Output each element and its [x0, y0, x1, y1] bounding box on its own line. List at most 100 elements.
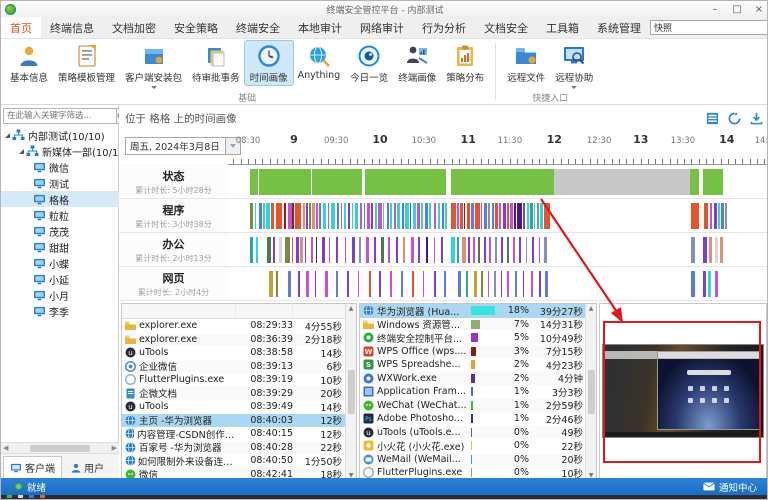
- menu-tab-3[interactable]: 安全策略: [165, 17, 227, 38]
- envelope-icon[interactable]: [703, 482, 715, 491]
- app-row-10[interactable]: 小火花 (小火花.exe)0%22秒: [360, 439, 585, 453]
- timeline-track[interactable]: [228, 169, 768, 195]
- window-row-9[interactable]: 百家号 -华为浏览器08:40:2822秒: [122, 441, 345, 455]
- ribbon-item-package[interactable]: 客户端安装包: [120, 41, 187, 90]
- ribbon-item-template[interactable]: 策略模板管理: [53, 41, 120, 85]
- window-row-4[interactable]: FlutterPlugins.exe08:39:1910秒: [122, 373, 345, 387]
- person-chart-icon: [405, 44, 429, 68]
- window-row-8[interactable]: 内容管理-CSDN创作中心 ...08:40:1512秒: [122, 427, 345, 441]
- window-row-1[interactable]: explorer.exe08:36:392分18秒: [122, 333, 345, 347]
- ribbon-item-clipboard-chart[interactable]: 策略分布: [441, 41, 489, 85]
- tree-node-2[interactable]: 微信: [1, 159, 119, 175]
- folder-icon: [125, 334, 136, 345]
- minimize-button[interactable]: –: [709, 4, 721, 15]
- menu-tab-4[interactable]: 终端安全: [227, 17, 289, 38]
- ribbon-item-documents[interactable]: 待审批事务: [187, 41, 245, 85]
- app-row-11[interactable]: WeMail (WeMail...0%20秒: [360, 453, 585, 467]
- menu-tab-0[interactable]: 首页: [1, 17, 41, 38]
- tree-node-4[interactable]: 格格: [1, 191, 119, 207]
- app-row-1[interactable]: Windows 资源管...7%14分31秒: [360, 318, 585, 332]
- ribbon-item-label: 今日一览: [350, 70, 388, 84]
- tree-node-1[interactable]: 新媒体一部(10/10): [1, 143, 119, 159]
- window-row-2[interactable]: uuTools08:38:5814秒: [122, 346, 345, 360]
- tree-node-10[interactable]: 小月: [1, 287, 119, 303]
- package-icon: [142, 44, 166, 68]
- menu-tab-2[interactable]: 文档加密: [103, 17, 165, 38]
- tree-node-3[interactable]: 测试: [1, 175, 119, 191]
- app-row-5[interactable]: WXWork.exe2%4分钟: [360, 372, 585, 386]
- app-row-3[interactable]: WWPS Office (wps....3%7分15秒: [360, 345, 585, 359]
- tree-node-5[interactable]: 粒粒: [1, 207, 119, 223]
- menu-tab-8[interactable]: 文档安全: [475, 17, 537, 38]
- tree-filter-input[interactable]: [3, 108, 116, 124]
- app-row-2[interactable]: 终端安全控制平台...5%10分49秒: [360, 331, 585, 345]
- folder-icon: [125, 320, 136, 331]
- tree-node-7[interactable]: 甜甜: [1, 239, 119, 255]
- sidebar-tab-client[interactable]: 客户端: [3, 456, 62, 479]
- tree-expander-icon[interactable]: [19, 149, 24, 154]
- table-scrollbar[interactable]: ▲▼: [585, 304, 596, 480]
- browser-icon: [125, 442, 136, 453]
- date-picker[interactable]: 周五, 2024年3月8日: [125, 137, 241, 155]
- menu-tab-5[interactable]: 本地审计: [289, 17, 351, 38]
- ribbon-item-folder[interactable]: 远程文件: [502, 41, 550, 85]
- dropdown-caret-icon[interactable]: [571, 86, 577, 89]
- timeline-track[interactable]: [228, 237, 768, 263]
- scroll-left-icon[interactable]: ◀: [3, 444, 8, 452]
- menu-tab-1[interactable]: 终端信息: [41, 17, 103, 38]
- usage-percent-cell: 0%: [499, 427, 529, 438]
- ribbon-item-search-globe[interactable]: Anything: [293, 41, 346, 82]
- tree-node-9[interactable]: 小延: [1, 271, 119, 287]
- sidebar-horizontal-scrollbar[interactable]: ◀ ▶: [1, 442, 119, 453]
- timeline-row-name: 办公: [163, 236, 185, 252]
- menu-tab-7[interactable]: 行为分析: [413, 17, 475, 38]
- app-row-0[interactable]: 华为浏览器 (Hua...18%39分27秒: [360, 304, 585, 318]
- tree-node-11[interactable]: 李季: [1, 303, 119, 319]
- close-button[interactable]: ×: [753, 4, 765, 15]
- app-row-6[interactable]: Application Fram...1%3分3秒: [360, 385, 585, 399]
- app-row-9[interactable]: uuTools (uTools.e...0%49秒: [360, 426, 585, 440]
- sidebar-tab-user[interactable]: 用户: [64, 456, 111, 479]
- notification-center[interactable]: 通知中心: [719, 480, 757, 494]
- app-row-4[interactable]: SWPS Spreadshe...2%4分23秒: [360, 358, 585, 372]
- window-row-0[interactable]: explorer.exe08:29:334分55秒: [122, 319, 345, 333]
- scroll-right-icon[interactable]: ▶: [112, 444, 117, 452]
- duration-cell: 14秒: [293, 400, 345, 414]
- window-row-3[interactable]: 企业微信08:39:136秒: [122, 360, 345, 374]
- tree-node-0[interactable]: 内部测试(10/10): [1, 127, 119, 143]
- download-icon[interactable]: [750, 112, 763, 125]
- table-scrollbar[interactable]: ▲▼: [345, 304, 356, 480]
- ribbon-item-eye[interactable]: 今日一览: [345, 41, 393, 85]
- app-row-8[interactable]: PsAdobe Photosho...1%2分46秒: [360, 412, 585, 426]
- app-row-7[interactable]: WeChat (WeChat...1%2分59秒: [360, 399, 585, 413]
- browser-icon: [125, 415, 136, 426]
- dropdown-caret-icon[interactable]: [151, 86, 157, 89]
- window-row-5[interactable]: 企微文档08:39:2920秒: [122, 387, 345, 401]
- duration-cell: 14秒: [293, 346, 345, 360]
- maximize-button[interactable]: □: [731, 4, 743, 15]
- menu-tab-9[interactable]: 工具箱: [537, 17, 588, 38]
- column-settings-icon[interactable]: [706, 112, 719, 125]
- ribbon-item-monitor-search[interactable]: 远程协助: [550, 41, 598, 90]
- tree-expander-icon[interactable]: [5, 133, 10, 138]
- usage-bar: [471, 306, 495, 315]
- window-title-cell: 企业微信: [139, 359, 177, 373]
- window-row-7[interactable]: 主页 -华为浏览器08:40:0312秒: [122, 414, 345, 428]
- menu-tab-10[interactable]: 系统管理: [588, 17, 650, 38]
- screen-snapshot-thumbnail[interactable]: [602, 344, 764, 438]
- quick-search-input[interactable]: [650, 20, 768, 35]
- timeline-track[interactable]: [228, 203, 768, 229]
- window-row-6[interactable]: uuTools08:39:4914秒: [122, 400, 345, 414]
- tree-node-8[interactable]: 小蝶: [1, 255, 119, 271]
- ribbon-item-clock[interactable]: 时间画像: [245, 41, 293, 85]
- window-row-10[interactable]: 如何限制外来设备连接电...08:40:501分50秒: [122, 454, 345, 468]
- refresh-icon[interactable]: [728, 112, 741, 125]
- tree-node-label: 内部测试(10/10): [28, 128, 105, 143]
- usage-bar: [471, 441, 472, 450]
- ribbon-item-person-chart[interactable]: 终端画像: [393, 41, 441, 85]
- ribbon-item-person[interactable]: 基本信息: [5, 41, 53, 85]
- timeline-track[interactable]: [228, 271, 768, 297]
- tree-node-6[interactable]: 茂茂: [1, 223, 119, 239]
- appframe-icon: [363, 386, 374, 397]
- menu-tab-6[interactable]: 网络审计: [351, 17, 413, 38]
